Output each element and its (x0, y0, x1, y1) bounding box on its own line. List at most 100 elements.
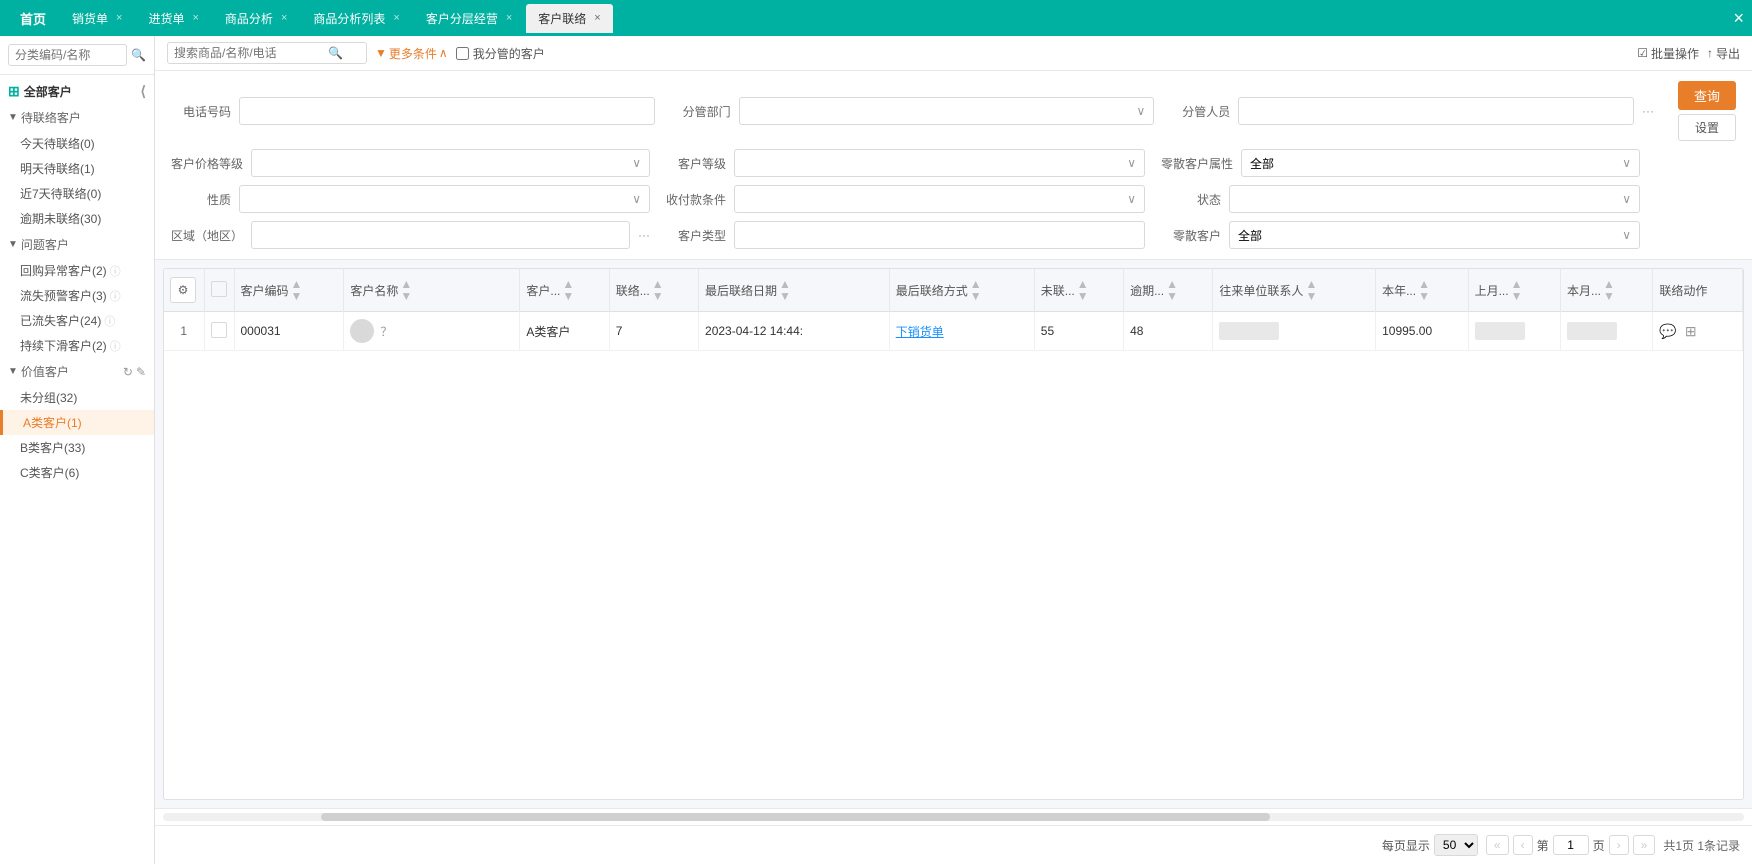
filter-bar: 🔍 ▼ 更多条件 ∧ 我分管的客户 ☑ 批量操作 ↑ 导出 (155, 36, 1752, 71)
payment-label: 收付款条件 (666, 191, 726, 208)
retail-customer-label: 零散客户 (1161, 227, 1221, 244)
region-ellipsis[interactable]: ··· (638, 228, 650, 242)
nav-sales[interactable]: 销货单 × (60, 4, 134, 33)
nav-purchase[interactable]: 进货单 × (136, 4, 210, 33)
prev-page-btn[interactable]: ‹ (1513, 835, 1533, 855)
row-checkbox[interactable] (211, 322, 227, 338)
manager-ellipsis[interactable]: ··· (1642, 104, 1654, 118)
nav-sales-close[interactable]: × (116, 12, 122, 24)
payment-select[interactable]: ∨ (734, 185, 1145, 213)
nav-goods-analysis-list[interactable]: 商品分析列表 × (301, 4, 411, 33)
edit-icon[interactable]: ✎ (136, 365, 146, 379)
nav-customer-contact[interactable]: 客户联络 × (526, 4, 612, 33)
sort-icon-contact: ▲▼ (652, 278, 664, 302)
search-input[interactable] (174, 46, 324, 60)
status-select[interactable]: ∨ (1229, 185, 1640, 213)
sidebar: 🔍 ⊞ 全部客户 ⟨ ▼ 待联络客户 今天待联络(0) 明天待联络(1) 近7天… (0, 36, 155, 864)
nav-customer-segment[interactable]: 客户分层经营 × (414, 4, 524, 33)
row-index: 1 (164, 312, 204, 351)
sidebar-all-customers[interactable]: ⊞ 全部客户 ⟨ (0, 75, 154, 104)
table-settings-btn[interactable]: ⚙ (170, 277, 196, 303)
nav-purchase-close[interactable]: × (192, 12, 198, 24)
nature-select[interactable]: ∨ (239, 185, 650, 213)
sidebar-item-persistent[interactable]: 持续下滑客户(2) ⓘ (0, 333, 154, 358)
sort-icon-method: ▲▼ (970, 278, 982, 302)
select-all-checkbox[interactable] (211, 281, 227, 297)
horizontal-scrollbar[interactable] (155, 808, 1752, 825)
link-action-icon[interactable]: ⊞ (1685, 323, 1697, 340)
query-btn[interactable]: 查询 (1678, 81, 1736, 110)
nav-contact-close[interactable]: × (594, 12, 600, 24)
sidebar-item-today[interactable]: 今天待联络(0) (0, 131, 154, 156)
sidebar-search-icon[interactable]: 🔍 (131, 48, 146, 62)
row-name-text: ？ (380, 323, 392, 340)
sidebar-item-class-c[interactable]: C类客户(6) (0, 460, 154, 485)
sidebar-search-input[interactable] (8, 44, 127, 66)
sidebar-item-class-b[interactable]: B类客户(33) (0, 435, 154, 460)
th-last-contact-method: 最后联络方式 ▲▼ (889, 269, 1034, 312)
setting-btn[interactable]: 设置 (1678, 114, 1736, 141)
page-size-select[interactable]: 50 (1434, 834, 1478, 856)
retail-customer-select[interactable]: 全部 ∨ (1229, 221, 1640, 249)
th-contacts-person: 往来单位联系人 ▲▼ (1213, 269, 1376, 312)
filter-row-1: 电话号码 分管部门 ∨ 分管人员 ··· 查询 设置 (171, 81, 1736, 141)
refresh-icon[interactable]: ↻ (123, 365, 133, 379)
sidebar-item-tomorrow[interactable]: 明天待联络(1) (0, 156, 154, 181)
sidebar-collapse-btn[interactable]: ⟨ (141, 83, 146, 100)
section-problem-customers[interactable]: ▼ 问题客户 (0, 231, 154, 258)
nav-home[interactable]: 首页 (8, 3, 58, 34)
row-last-month (1468, 312, 1560, 351)
info-icon1: ⓘ (110, 263, 121, 279)
phone-input[interactable] (239, 97, 655, 125)
customer-type-select[interactable] (734, 221, 1145, 249)
nav-goods-analysis[interactable]: 商品分析 × (213, 4, 299, 33)
price-level-select[interactable]: ∨ (251, 149, 650, 177)
more-filters-btn[interactable]: ▼ 更多条件 ∧ (375, 45, 448, 62)
dept-select[interactable]: ∨ (739, 97, 1155, 125)
sidebar-item-7days[interactable]: 近7天待联络(0) (0, 181, 154, 206)
scrollbar-thumb[interactable] (321, 813, 1270, 821)
main-layout: 🔍 ⊞ 全部客户 ⟨ ▼ 待联络客户 今天待联络(0) 明天待联络(1) 近7天… (0, 36, 1752, 864)
nav-goods-analysis-close[interactable]: × (281, 12, 287, 24)
sidebar-search-area: 🔍 (0, 36, 154, 75)
th-no-contact: 未联... ▲▼ (1034, 269, 1123, 312)
th-last-contact-date: 最后联络日期 ▲▼ (699, 269, 890, 312)
row-this-month (1561, 312, 1653, 351)
contact-method-link[interactable]: 下销货单 (896, 325, 944, 339)
customer-level-label: 客户等级 (666, 155, 726, 172)
filter-search-box: 🔍 (167, 42, 367, 64)
export-btn[interactable]: ↑ 导出 (1707, 45, 1740, 62)
next-page-btn[interactable]: › (1609, 835, 1629, 855)
page-nav: « ‹ 第 页 › » (1486, 835, 1655, 855)
search-icon[interactable]: 🔍 (328, 46, 343, 60)
customer-level-select[interactable]: ∨ (734, 149, 1145, 177)
batch-ops-btn[interactable]: ☑ 批量操作 (1637, 45, 1699, 62)
export-icon: ↑ (1707, 46, 1713, 60)
comment-action-icon[interactable]: 💬 (1659, 323, 1676, 340)
nav-segment-close[interactable]: × (506, 12, 512, 24)
price-level-arrow: ∨ (632, 156, 641, 170)
sidebar-item-overdue[interactable]: 逾期未联络(30) (0, 206, 154, 231)
sidebar-item-lost-pending[interactable]: 流失预警客户(3) ⓘ (0, 283, 154, 308)
region-input[interactable] (251, 221, 630, 249)
nav-goods-list-close[interactable]: × (393, 12, 399, 24)
th-contact: 联络... ▲▼ (609, 269, 698, 312)
page-end-label: 页 (1593, 837, 1605, 854)
manager-input[interactable] (1238, 97, 1634, 125)
section-value-customers[interactable]: ▼ 价值客户 ↻ ✎ (0, 358, 154, 385)
status-arrow: ∨ (1622, 192, 1631, 206)
sidebar-item-repeat-abnormal[interactable]: 回购异常客户(2) ⓘ (0, 258, 154, 283)
customer-level-arrow: ∨ (1127, 156, 1136, 170)
my-customer-checkbox[interactable] (456, 47, 469, 60)
sidebar-item-lost[interactable]: 已流失客户(24) ⓘ (0, 308, 154, 333)
page-input[interactable] (1553, 835, 1589, 855)
retail-attr-select[interactable]: 全部 ∨ (1241, 149, 1640, 177)
nav-close-all[interactable]: × (1733, 8, 1744, 29)
section-pending-contact[interactable]: ▼ 待联络客户 (0, 104, 154, 131)
sidebar-item-unclassified[interactable]: 未分组(32) (0, 385, 154, 410)
status-label: 状态 (1161, 191, 1221, 208)
grid-icon: ⊞ (8, 83, 20, 100)
first-page-btn[interactable]: « (1486, 835, 1509, 855)
last-page-btn[interactable]: » (1633, 835, 1656, 855)
sidebar-item-class-a[interactable]: A类客户(1) (0, 410, 154, 435)
